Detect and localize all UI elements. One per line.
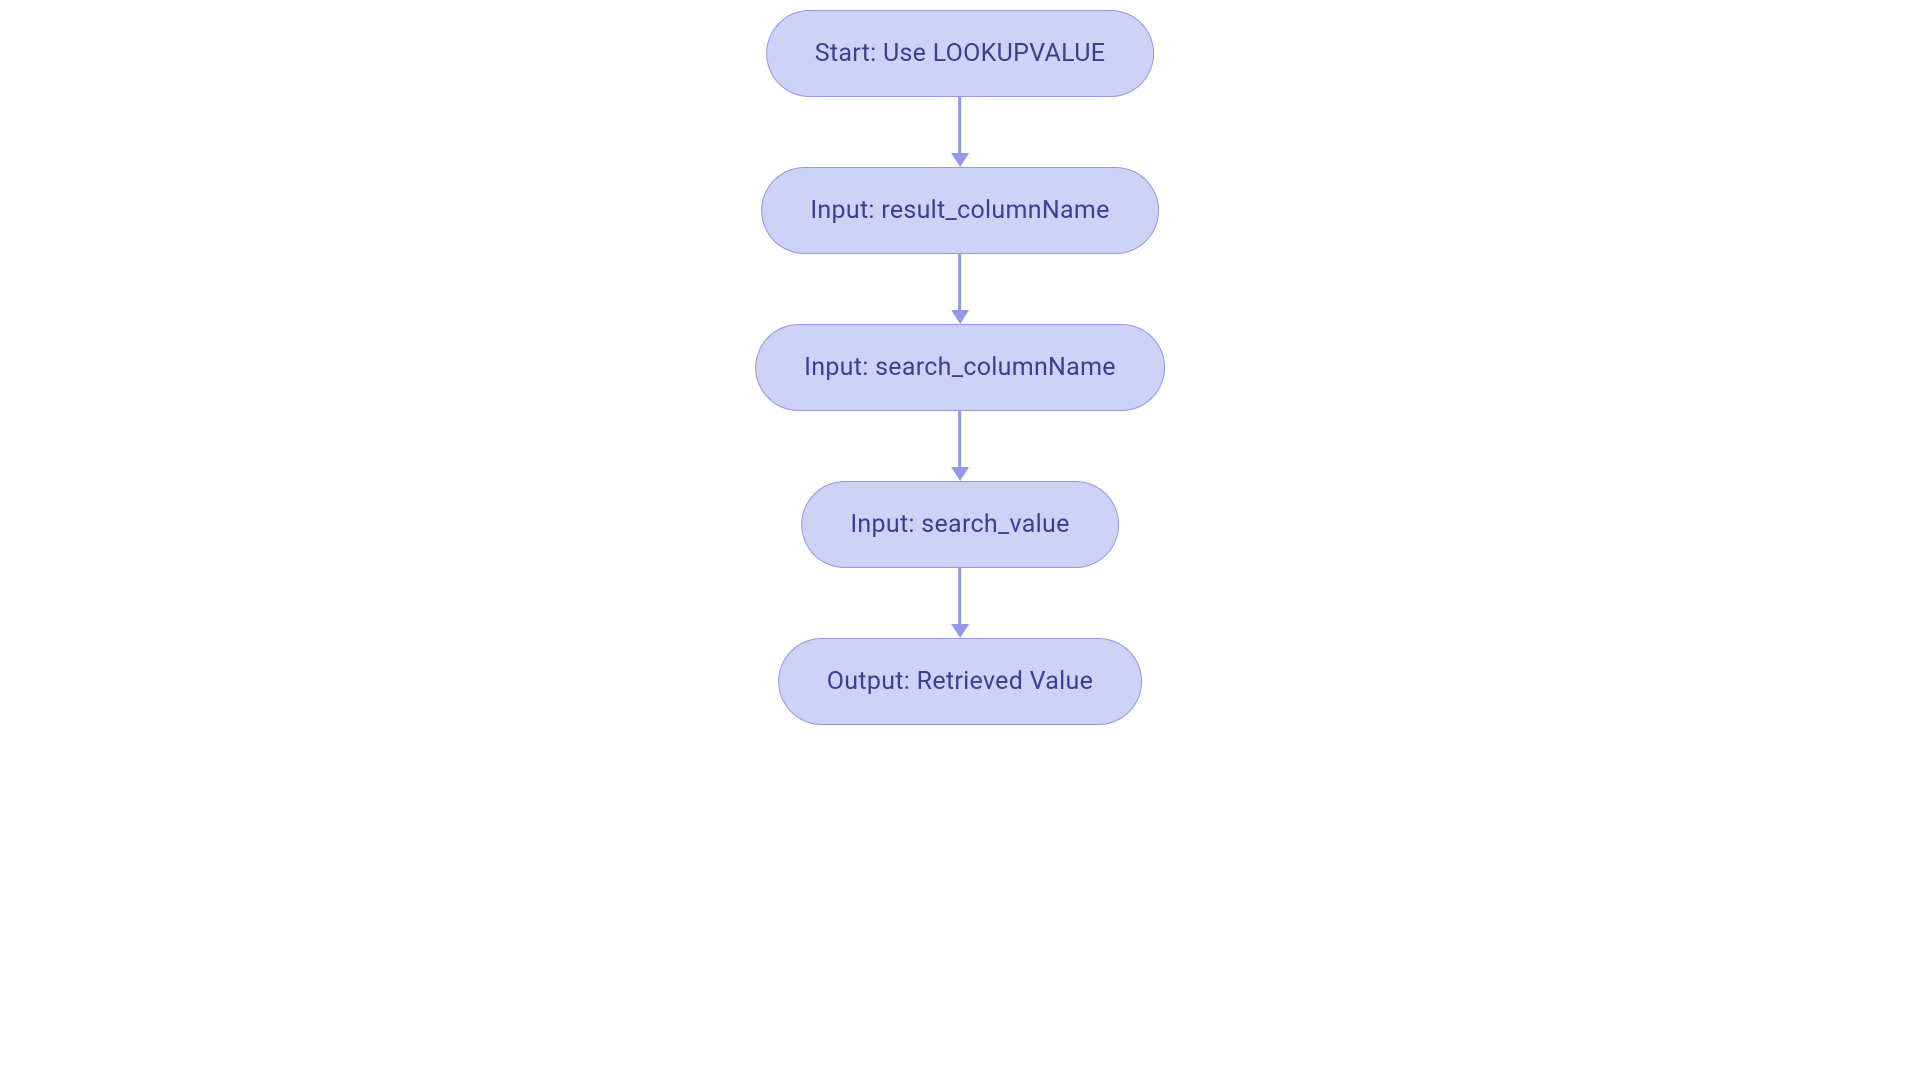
flowchart-node-input-result: Input: result_columnName (761, 167, 1158, 254)
flowchart-arrow (958, 411, 962, 481)
arrow-line (959, 97, 962, 155)
flowchart-arrow (958, 97, 962, 167)
arrow-head-icon (951, 310, 969, 324)
arrow-line (959, 411, 962, 469)
flowchart-container: Start: Use LOOKUPVALUE Input: result_col… (755, 10, 1165, 725)
arrow-head-icon (951, 624, 969, 638)
arrow-line (959, 254, 962, 312)
flowchart-node-input-search-column: Input: search_columnName (755, 324, 1165, 411)
arrow-head-icon (951, 153, 969, 167)
flowchart-node-output: Output: Retrieved Value (778, 638, 1142, 725)
flowchart-arrow (958, 568, 962, 638)
arrow-head-icon (951, 467, 969, 481)
flowchart-node-start: Start: Use LOOKUPVALUE (766, 10, 1155, 97)
arrow-line (959, 568, 962, 626)
flowchart-node-input-search-value: Input: search_value (801, 481, 1118, 568)
flowchart-arrow (958, 254, 962, 324)
